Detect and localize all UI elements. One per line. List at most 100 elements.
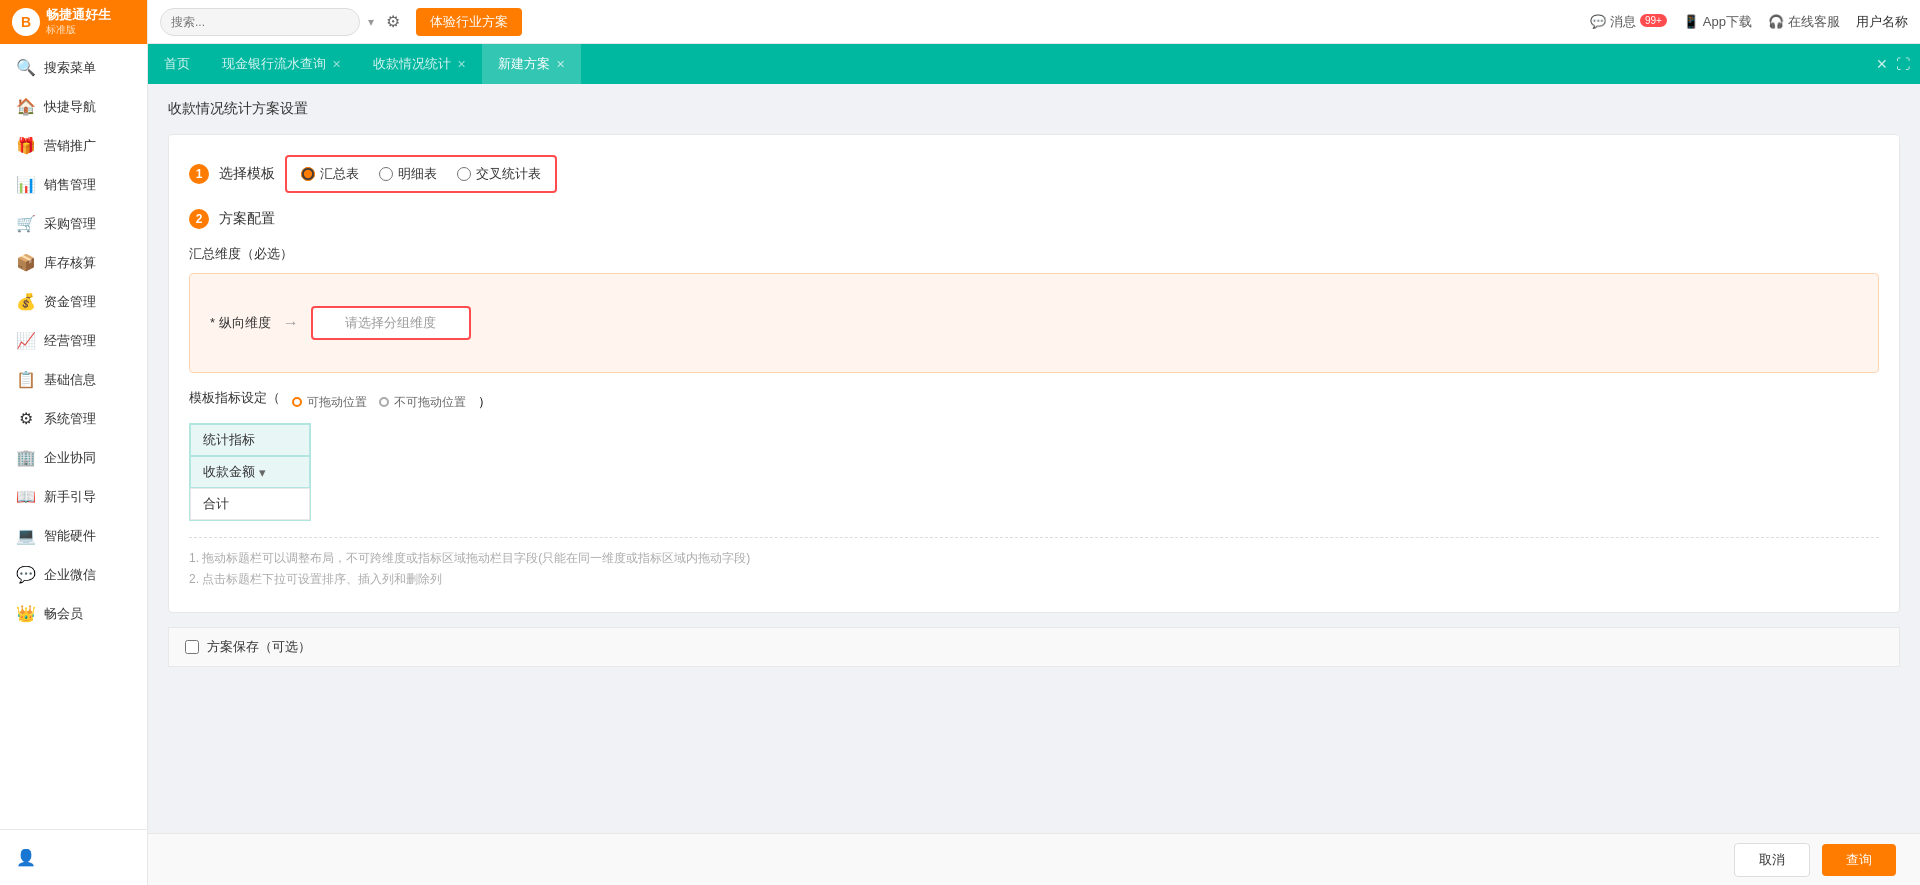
sidebar-item-7[interactable]: 📈 经营管理 — [0, 321, 147, 360]
sidebar-icon-7: 📈 — [16, 331, 36, 350]
tab-3[interactable]: 新建方案✕ — [482, 44, 581, 84]
sidebar-item-bottom1[interactable]: 👤 — [0, 838, 147, 877]
sidebar-item-5[interactable]: 📦库存核算 — [0, 243, 147, 282]
col1-header[interactable]: 收款金额 ▾ — [190, 456, 310, 488]
sidebar-label-1: 快捷导航 — [44, 98, 96, 116]
dimension-select-button[interactable]: 请选择分组维度 — [311, 306, 471, 340]
sidebar-label-6: 资金管理 — [44, 293, 96, 311]
sidebar-item-4[interactable]: 🛒采购管理 — [0, 204, 147, 243]
page-title: 收款情况统计方案设置 — [168, 100, 1900, 118]
draggable-label: 可拖动位置 — [307, 394, 367, 411]
user-icon: 👤 — [16, 848, 36, 867]
sidebar-logo: B 畅捷通好生 标准版 — [0, 0, 147, 44]
trial-button[interactable]: 体验行业方案 — [416, 8, 522, 36]
non-draggable-dot — [379, 397, 389, 407]
radio-label-cross: 交叉统计表 — [476, 165, 541, 183]
download-item[interactable]: 📱 App下载 — [1683, 13, 1752, 31]
tab-label-0: 首页 — [164, 55, 190, 73]
tab-expand-button[interactable]: ⛶ — [1896, 56, 1910, 72]
main-card: 1 选择模板 汇总表明细表交叉统计表 2 方案配置 汇总维度（必选） * 纵向维… — [168, 134, 1900, 613]
dimension-title: 汇总维度（必选） — [189, 245, 1879, 263]
message-item[interactable]: 💬 消息 99+ — [1590, 13, 1667, 31]
sidebar-item-1[interactable]: 🏠快捷导航 — [0, 87, 147, 126]
query-button[interactable]: 查询 — [1822, 844, 1896, 876]
draggable-dot — [292, 397, 302, 407]
radio-input-summary[interactable] — [301, 167, 315, 181]
radio-label-summary: 汇总表 — [320, 165, 359, 183]
sidebar-icon-5: 📦 — [16, 253, 36, 272]
sidebar-item-0[interactable]: 🔍搜索菜单 — [0, 48, 147, 87]
plan-config: 汇总维度（必选） * 纵向维度 → 请选择分组维度 模板指标设定（ 可拖动位置 — [189, 245, 1879, 588]
sidebar-label-0: 搜索菜单 — [44, 59, 96, 77]
vertical-label: * 纵向维度 — [210, 314, 271, 332]
tab-close-3[interactable]: ✕ — [556, 58, 565, 71]
sidebar: B 畅捷通好生 标准版 🔍搜索菜单🏠快捷导航🎁营销推广 📊 销售管理 🛒采购管理📦库存… — [0, 0, 148, 885]
sidebar-icon-8: 📋 — [16, 370, 36, 389]
tab-close-all-button[interactable]: ✕ — [1876, 56, 1888, 72]
sidebar-item-13[interactable]: 💬企业微信 — [0, 555, 147, 594]
sidebar-item-6[interactable]: 💰资金管理 — [0, 282, 147, 321]
tab-close-1[interactable]: ✕ — [332, 58, 341, 71]
sidebar-bottom: 👤 — [0, 829, 147, 885]
sidebar-label-8: 基础信息 — [44, 371, 96, 389]
radio-option-detail[interactable]: 明细表 — [379, 165, 437, 183]
radio-option-summary[interactable]: 汇总表 — [301, 165, 359, 183]
draggable-hint: 可拖动位置 — [292, 394, 367, 411]
radio-label-detail: 明细表 — [398, 165, 437, 183]
tab-controls: ✕⛶ — [1866, 56, 1920, 72]
tab-1[interactable]: 现金银行流水查询 ✕ — [206, 44, 357, 84]
sidebar-icon-12: 💻 — [16, 526, 36, 545]
radio-input-detail[interactable] — [379, 167, 393, 181]
stat-header-cell: 统计指标 — [190, 424, 310, 456]
step1-label: 选择模板 — [219, 165, 275, 183]
metrics-col-row: 收款金额 ▾ — [190, 456, 310, 488]
tab-0[interactable]: 首页 — [148, 44, 206, 84]
metrics-val-row: 合计 — [190, 488, 310, 520]
step2-header: 2 方案配置 — [189, 209, 1879, 229]
dimension-box: * 纵向维度 → 请选择分组维度 — [189, 273, 1879, 373]
tab-2[interactable]: 收款情况统计 ✕ — [357, 44, 482, 84]
dropdown-arrow-icon[interactable]: ▾ — [368, 15, 374, 29]
metrics-section: 模板指标设定（ 可拖动位置 不可拖动位置 ） — [189, 389, 1879, 521]
tab-close-2[interactable]: ✕ — [457, 58, 466, 71]
save-checkbox[interactable] — [185, 640, 199, 654]
sidebar-item-12[interactable]: 💻智能硬件 — [0, 516, 147, 555]
sidebar-item-14[interactable]: 👑畅会员 — [0, 594, 147, 633]
sidebar-item-8[interactable]: 📋 基础信息 — [0, 360, 147, 399]
sidebar-item-2[interactable]: 🎁营销推广 — [0, 126, 147, 165]
message-icon: 💬 — [1590, 14, 1606, 29]
search-input[interactable] — [160, 8, 360, 36]
service-item[interactable]: 🎧 在线客服 — [1768, 13, 1840, 31]
tab-label-1: 现金银行流水查询 — [222, 55, 326, 73]
sidebar-item-3[interactable]: 📊 销售管理 — [0, 165, 147, 204]
sidebar-icon-4: 🛒 — [16, 214, 36, 233]
message-label: 消息 — [1610, 13, 1636, 31]
cancel-button[interactable]: 取消 — [1734, 843, 1810, 877]
sidebar-label-11: 新手引导 — [44, 488, 96, 506]
page-content: 收款情况统计方案设置 1 选择模板 汇总表明细表交叉统计表 2 方案配置 汇总维… — [148, 84, 1920, 833]
page-footer: 取消 查询 — [148, 833, 1920, 885]
logo-text: 畅捷通好生 — [46, 7, 111, 23]
save-option-label: 方案保存（可选） — [207, 638, 311, 656]
sidebar-label-7: 经营管理 — [44, 332, 96, 350]
tips-section: 1. 拖动标题栏可以调整布局，不可跨维度或指标区域拖动栏目字段(只能在同一维度或… — [189, 537, 1879, 588]
sidebar-label-3: 销售管理 — [44, 176, 96, 194]
save-option-row: 方案保存（可选） — [168, 627, 1900, 667]
radio-option-cross[interactable]: 交叉统计表 — [457, 165, 541, 183]
sidebar-item-11[interactable]: 📖 新手引导 — [0, 477, 147, 516]
download-icon: 📱 — [1683, 14, 1699, 29]
radio-input-cross[interactable] — [457, 167, 471, 181]
sidebar-label-14: 畅会员 — [44, 605, 83, 623]
logo-sub: 标准版 — [46, 23, 111, 37]
sidebar-item-10[interactable]: 🏢企业协同 — [0, 438, 147, 477]
sidebar-icon-3: 📊 — [16, 175, 36, 194]
step2-badge: 2 — [189, 209, 209, 229]
col1-chevron-icon: ▾ — [259, 465, 266, 480]
sidebar-icon-2: 🎁 — [16, 136, 36, 155]
tab-label-2: 收款情况统计 — [373, 55, 451, 73]
sidebar-item-9[interactable]: ⚙系统管理 — [0, 399, 147, 438]
metrics-stat-header: 统计指标 — [190, 424, 310, 456]
gear-icon[interactable]: ⚙ — [386, 12, 400, 31]
sidebar-icon-11: 📖 — [16, 487, 36, 506]
sidebar-icon-10: 🏢 — [16, 448, 36, 467]
